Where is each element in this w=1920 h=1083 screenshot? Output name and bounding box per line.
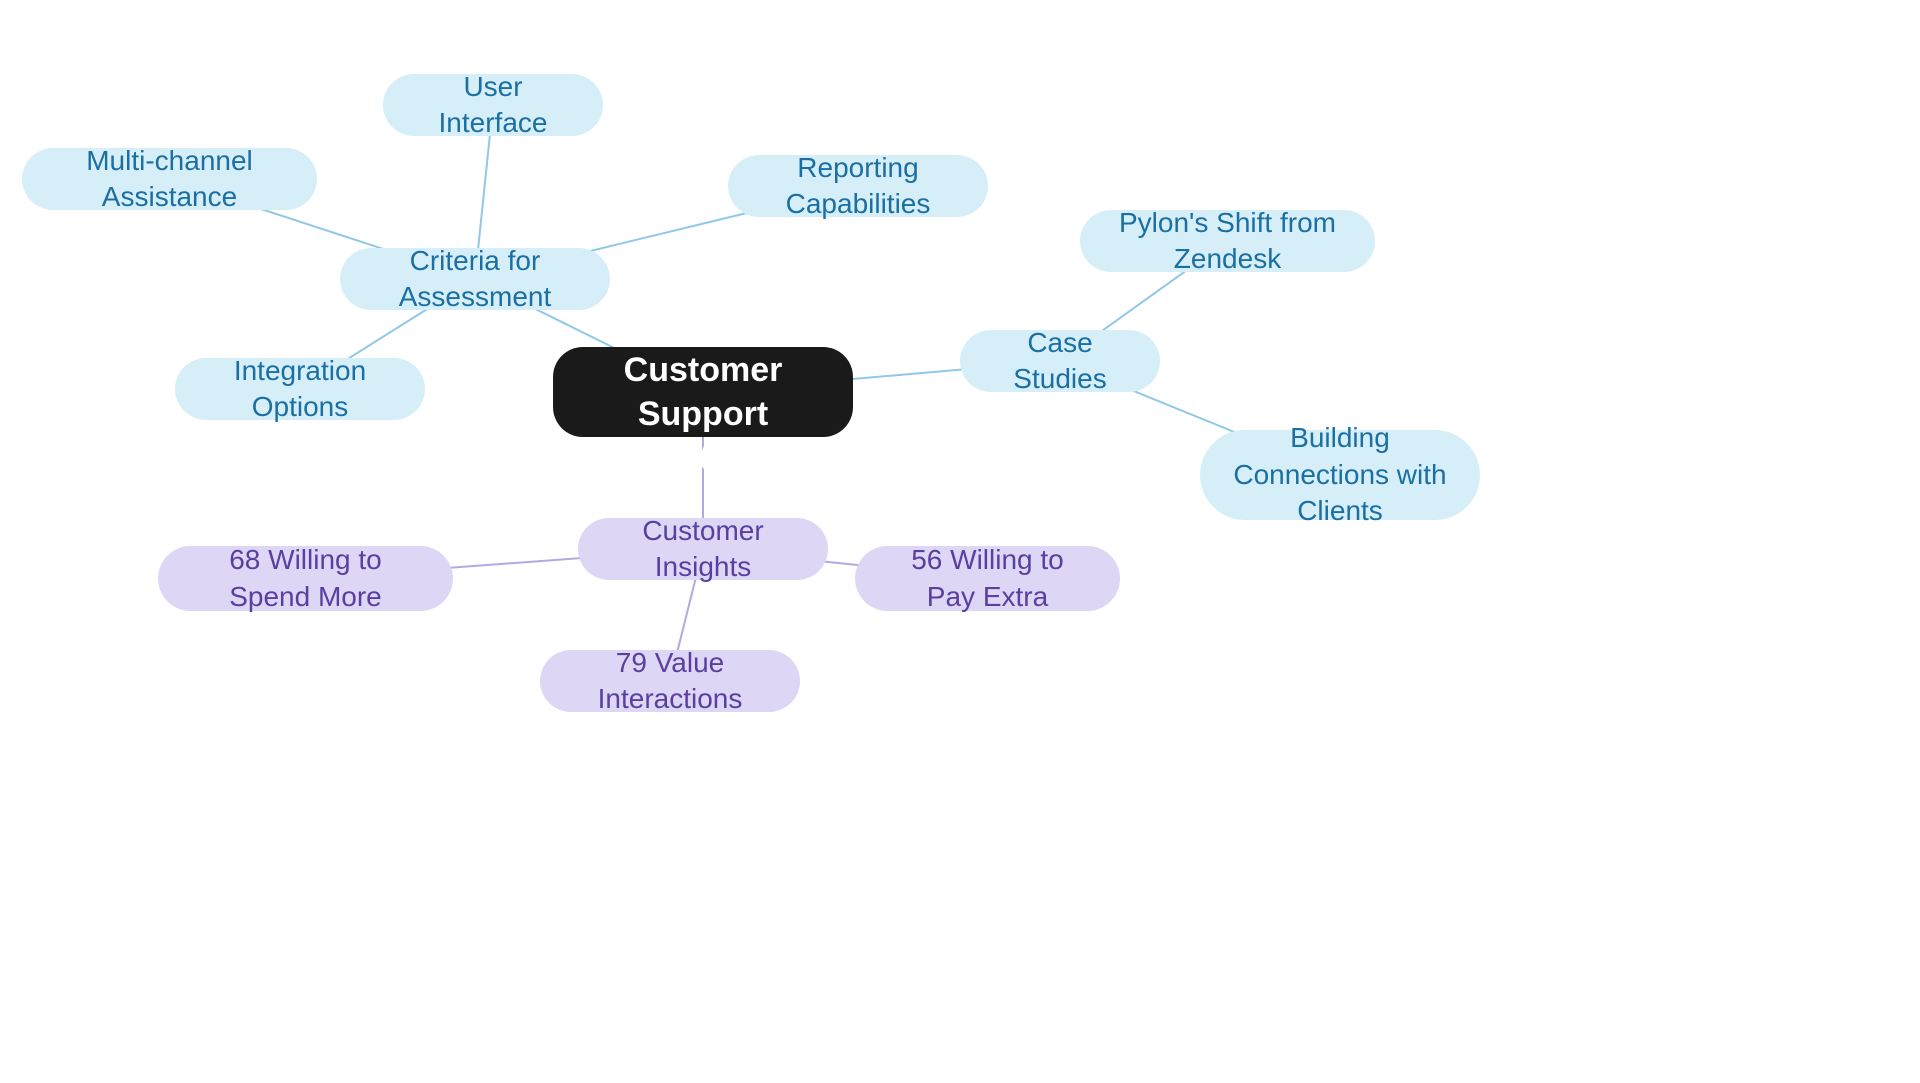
building-connections-node: Building Connections with Clients <box>1200 430 1480 520</box>
multi-channel-node: Multi-channel Assistance <box>22 148 317 210</box>
center-label: Evaluating Customer Support Solutions <box>603 304 803 481</box>
customer-insights-node: Customer Insights <box>578 518 828 580</box>
user-interface-node: User Interface <box>383 74 603 136</box>
case-studies-node: Case Studies <box>960 330 1160 392</box>
willing-pay-node: 56 Willing to Pay Extra <box>855 546 1120 611</box>
integration-node: Integration Options <box>175 358 425 420</box>
center-node: Evaluating Customer Support Solutions <box>553 347 853 437</box>
willing-spend-node: 68 Willing to Spend More <box>158 546 453 611</box>
pylons-shift-node: Pylon's Shift from Zendesk <box>1080 210 1375 272</box>
value-interactions-node: 79 Value Interactions <box>540 650 800 712</box>
reporting-node: Reporting Capabilities <box>728 155 988 217</box>
criteria-node: Criteria for Assessment <box>340 248 610 310</box>
